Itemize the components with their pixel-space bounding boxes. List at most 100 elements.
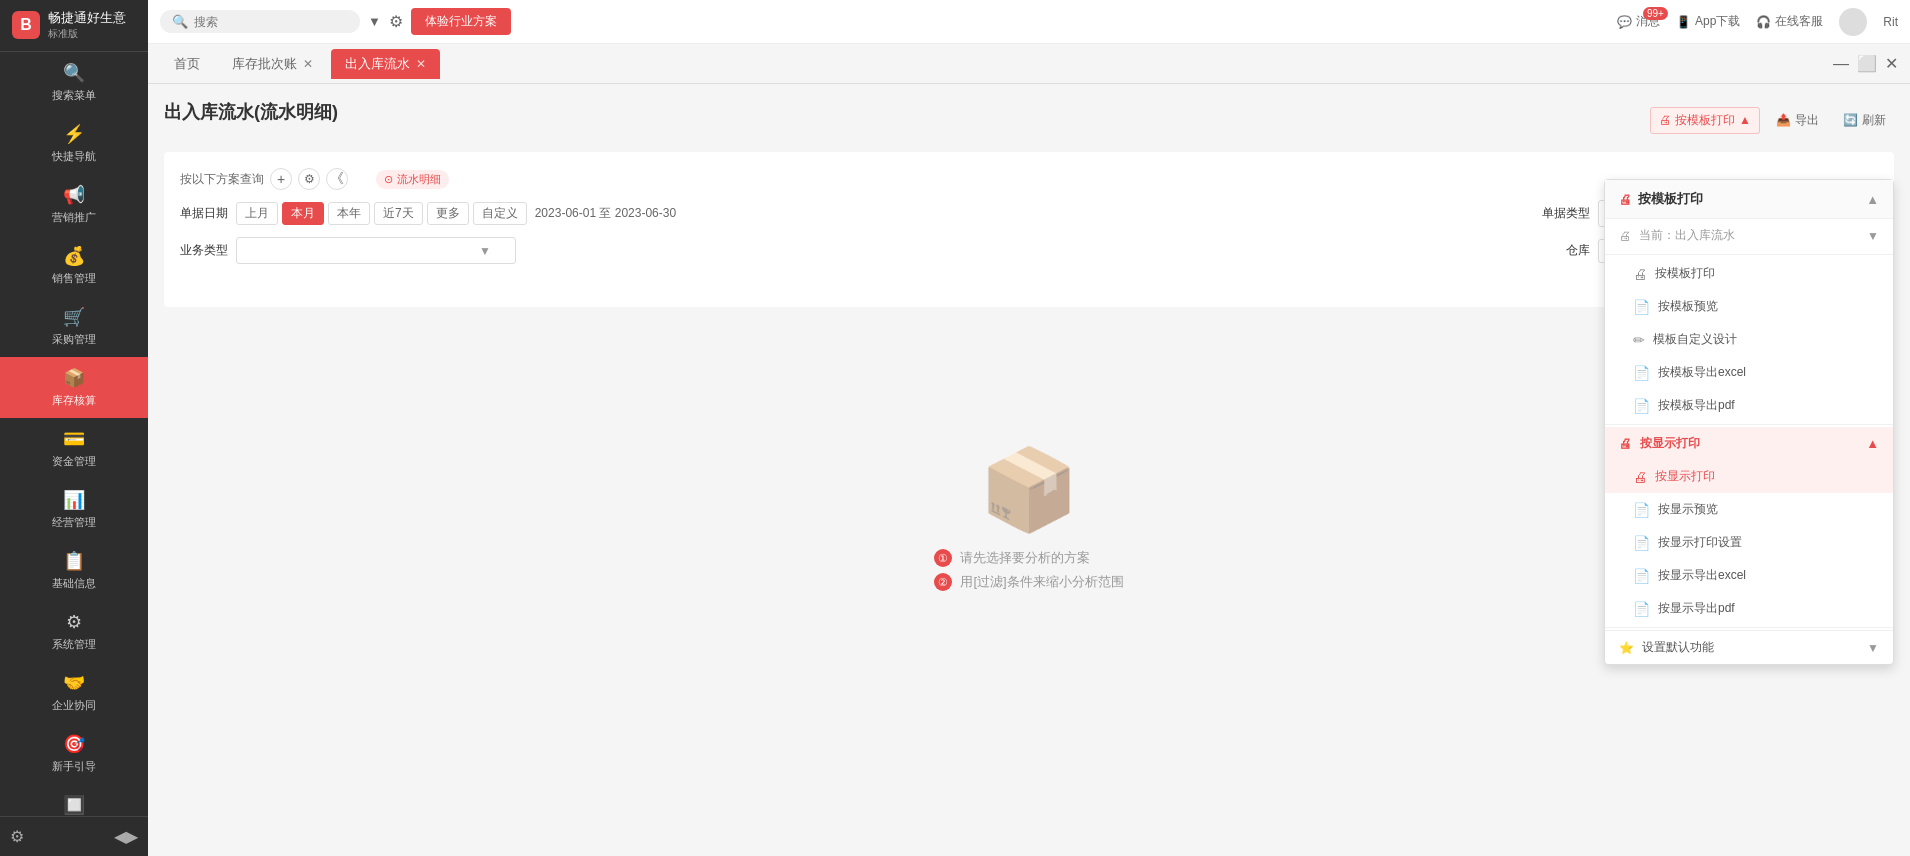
template-custom-btn[interactable]: ✏ 模板自定义设计 <box>1605 323 1893 356</box>
empty-step-2: ② 用[过滤]条件来缩小分析范围 <box>934 573 1123 591</box>
texcel-icon: 📄 <box>1633 365 1650 381</box>
tab-batch-label: 库存批次账 <box>232 55 297 73</box>
sidebar-item-label: 采购管理 <box>52 332 96 347</box>
marketing-icon: 📢 <box>63 184 85 206</box>
tab-batch-close[interactable]: ✕ <box>303 57 313 71</box>
date-btn-this-month[interactable]: 本月 <box>282 202 324 225</box>
business-label: 业务类型 <box>180 242 228 259</box>
sidebar-item-apps[interactable]: 🔲 应用中心 <box>0 784 148 816</box>
filter-settings-btn[interactable]: ⚙ <box>298 168 320 190</box>
sidebar-item-operations[interactable]: 📊 经营管理 <box>0 479 148 540</box>
sidebar-item-system[interactable]: ⚙ 系统管理 <box>0 601 148 662</box>
message-icon: 💬 <box>1617 15 1632 29</box>
phone-icon: 📱 <box>1676 15 1691 29</box>
collapse-icon[interactable]: ◀▶ <box>114 827 138 846</box>
filter-chip[interactable]: ⊙ 流水明细 <box>376 170 449 189</box>
dropdown-header-title: 🖨 按模板打印 <box>1619 190 1703 208</box>
industry-btn[interactable]: 体验行业方案 <box>411 8 511 35</box>
display-section-title-group: 🖨 按显示打印 <box>1619 435 1700 452</box>
business-select[interactable]: ▼ <box>236 237 516 264</box>
date-btn-custom[interactable]: 自定义 <box>473 202 527 225</box>
dexcel-icon: 📄 <box>1633 568 1650 584</box>
refresh-btn[interactable]: 🔄 刷新 <box>1835 108 1894 133</box>
sidebar-item-inventory[interactable]: 📦 库存核算 <box>0 357 148 418</box>
print-template-btn[interactable]: 🖨 按模板打印 ▲ <box>1650 107 1760 134</box>
display-print-btn[interactable]: 🖨 按显示打印 <box>1605 460 1893 493</box>
date-btn-more[interactable]: 更多 <box>427 202 469 225</box>
avatar[interactable] <box>1839 8 1867 36</box>
filter-chip-icon: ⊙ <box>384 173 393 186</box>
sidebar-item-basic[interactable]: 📋 基础信息 <box>0 540 148 601</box>
tab-home[interactable]: 首页 <box>160 49 214 79</box>
message-btn[interactable]: 💬 消息 99+ <box>1617 13 1660 30</box>
search-box[interactable]: 🔍 <box>160 10 360 33</box>
app-download-btn[interactable]: 📱 App下载 <box>1676 13 1740 30</box>
filter-chip-label: 流水明细 <box>397 172 441 187</box>
online-service-btn[interactable]: 🎧 在线客服 <box>1756 13 1823 30</box>
date-buttons: 上月 本月 本年 近7天 更多 自定义 <box>236 202 527 225</box>
sidebar-item-enterprise[interactable]: 🤝 企业协同 <box>0 662 148 723</box>
sidebar-item-label: 销售管理 <box>52 271 96 286</box>
sidebar-item-label: 经营管理 <box>52 515 96 530</box>
search-icon: 🔍 <box>63 62 85 84</box>
filter-collapse-btn[interactable]: 《 <box>326 168 348 190</box>
minimize-btn[interactable]: — <box>1833 55 1849 73</box>
dropdown-header-close[interactable]: ▲ <box>1866 192 1879 207</box>
dprint-icon: 🖨 <box>1633 469 1647 485</box>
dropdown-current[interactable]: 🖨 当前：出入库流水 ▼ <box>1605 219 1893 252</box>
search-dropdown-arrow[interactable]: ▼ <box>368 14 381 29</box>
search-input[interactable] <box>194 15 334 29</box>
tab-flow[interactable]: 出入库流水 ✕ <box>331 49 440 79</box>
page-title: 出入库流水(流水明细) <box>164 100 338 124</box>
tab-flow-close[interactable]: ✕ <box>416 57 426 71</box>
dpreview-label: 按显示预览 <box>1658 501 1718 518</box>
display-preview-btn[interactable]: 📄 按显示预览 <box>1605 493 1893 526</box>
template-export-pdf-btn[interactable]: 📄 按模板导出pdf <box>1605 389 1893 422</box>
display-export-pdf-btn[interactable]: 📄 按显示导出pdf <box>1605 592 1893 625</box>
step-1-text: 请先选择要分析的方案 <box>960 549 1090 567</box>
sidebar-item-label: 系统管理 <box>52 637 96 652</box>
set-default-icon: ⭐ <box>1619 641 1634 655</box>
template-export-excel-btn[interactable]: 📄 按模板导出excel <box>1605 356 1893 389</box>
dropdown-header-label: 按模板打印 <box>1638 190 1703 208</box>
tcustom-label: 模板自定义设计 <box>1653 331 1737 348</box>
current-label: 当前：出入库流水 <box>1639 227 1735 244</box>
filter-label: 按以下方案查询 <box>180 171 264 188</box>
business-select-value <box>245 242 257 259</box>
finance-icon: 💳 <box>63 428 85 450</box>
close-btn[interactable]: ✕ <box>1885 54 1898 73</box>
template-preview-btn[interactable]: 📄 按模板预览 <box>1605 290 1893 323</box>
template-print-btn[interactable]: 🖨 按模板打印 <box>1605 257 1893 290</box>
sidebar-item-guide[interactable]: 🎯 新手引导 <box>0 723 148 784</box>
sidebar-item-label: 基础信息 <box>52 576 96 591</box>
sidebar-item-marketing[interactable]: 📢 营销推广 <box>0 174 148 235</box>
sidebar-item-sales[interactable]: 💰 销售管理 <box>0 235 148 296</box>
tab-batch-account[interactable]: 库存批次账 ✕ <box>218 49 327 79</box>
display-print-settings-btn[interactable]: 📄 按显示打印设置 <box>1605 526 1893 559</box>
username-label[interactable]: Rit <box>1883 15 1898 29</box>
apps-icon: 🔲 <box>63 794 85 816</box>
settings-gear-icon[interactable]: ⚙ <box>389 12 403 31</box>
sidebar-item-purchase[interactable]: 🛒 采购管理 <box>0 296 148 357</box>
date-filter: 单据日期 上月 本月 本年 近7天 更多 自定义 2023-06-01 至 20… <box>180 202 1021 225</box>
date-btn-this-year[interactable]: 本年 <box>328 202 370 225</box>
printer-header-icon: 🖨 <box>1619 192 1632 207</box>
date-btn-7days[interactable]: 近7天 <box>374 202 423 225</box>
sidebar-logo: B 畅捷通好生意 标准版 <box>0 0 148 52</box>
display-export-excel-btn[interactable]: 📄 按显示导出excel <box>1605 559 1893 592</box>
sidebar-item-search[interactable]: 🔍 搜索菜单 <box>0 52 148 113</box>
filter-add-btn[interactable]: + <box>270 168 292 190</box>
settings-icon[interactable]: ⚙ <box>10 827 24 846</box>
dprint-settings-label: 按显示打印设置 <box>1658 534 1742 551</box>
set-default-btn[interactable]: ⭐ 设置默认功能 ▼ <box>1605 630 1893 664</box>
sidebar-item-finance[interactable]: 💳 资金管理 <box>0 418 148 479</box>
display-print-section[interactable]: 🖨 按显示打印 ▲ <box>1605 427 1893 460</box>
export-btn[interactable]: 📤 导出 <box>1768 108 1827 133</box>
sidebar-item-label: 搜索菜单 <box>52 88 96 103</box>
dropdown-header: 🖨 按模板打印 ▲ <box>1605 180 1893 219</box>
date-btn-last-month[interactable]: 上月 <box>236 202 278 225</box>
sidebar-item-quick-nav[interactable]: ⚡ 快捷导航 <box>0 113 148 174</box>
restore-btn[interactable]: ⬜ <box>1857 54 1877 73</box>
system-icon: ⚙ <box>66 611 82 633</box>
inventory-icon: 📦 <box>63 367 85 389</box>
